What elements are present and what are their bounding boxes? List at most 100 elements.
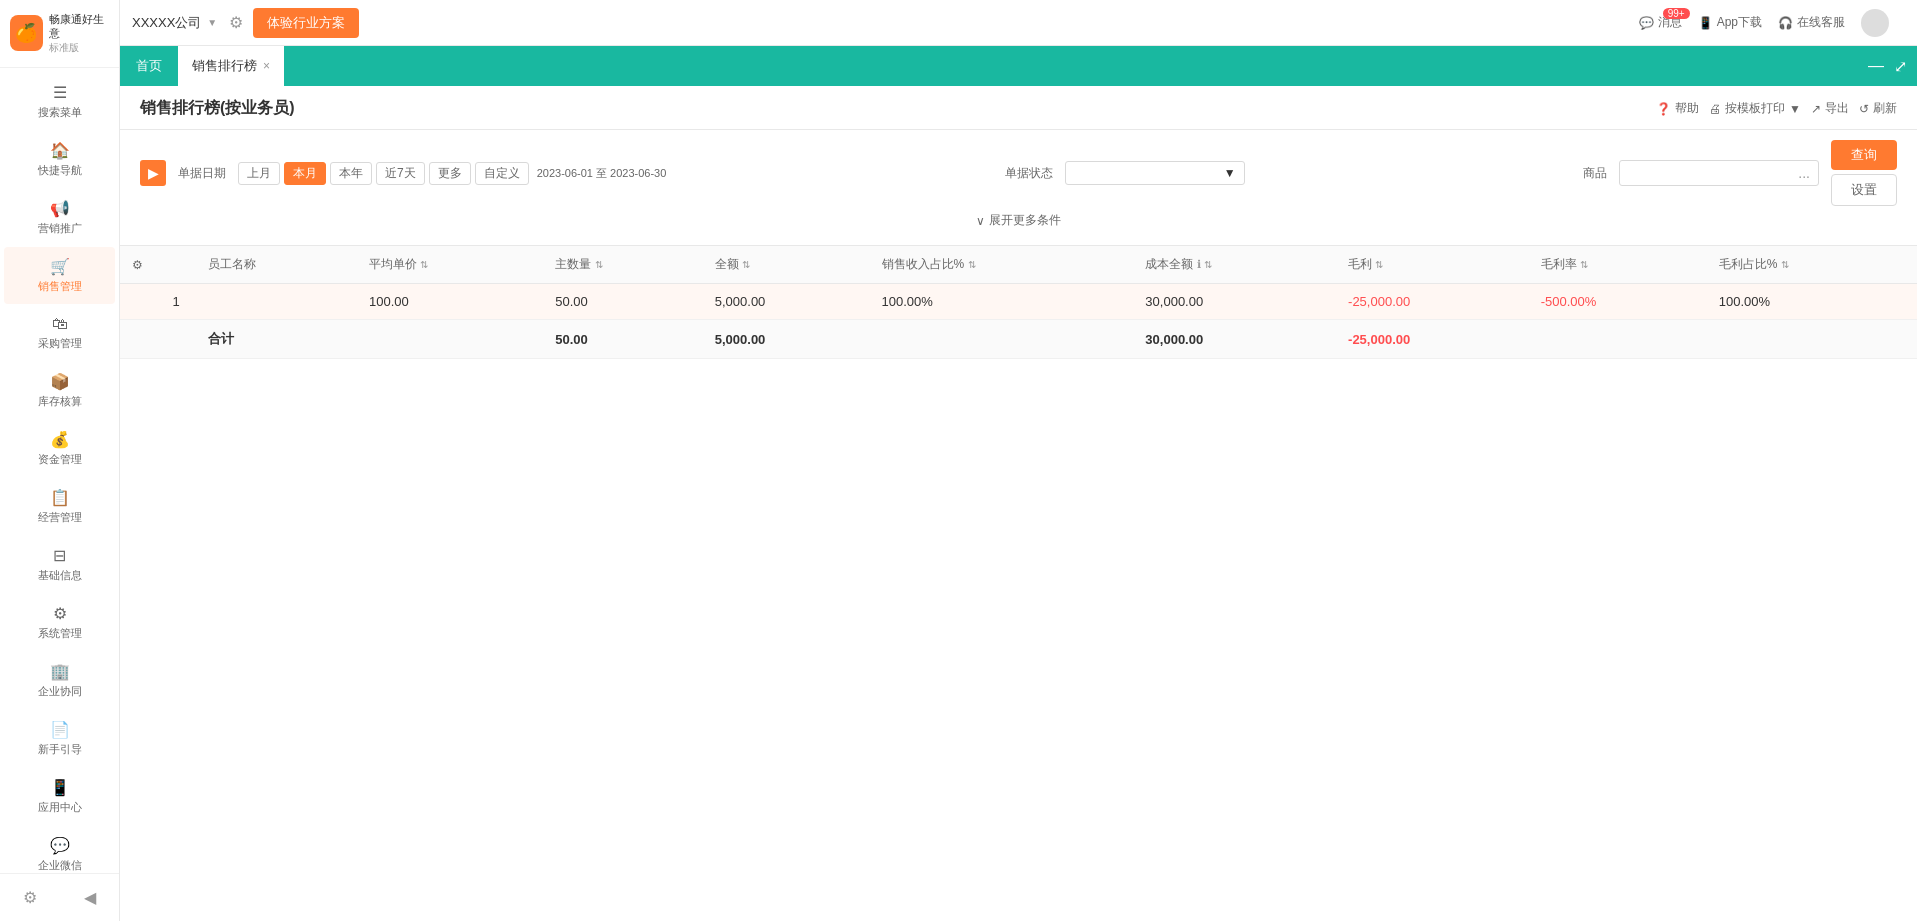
sort-icon: ⇅ (595, 259, 603, 270)
refresh-btn[interactable]: ↺ 刷新 (1859, 100, 1897, 117)
cell-gross: -25,000.00 (1336, 284, 1529, 320)
header-row: ⚙ 员工名称 平均单价 ⇅ 主数量 ⇅ (120, 246, 1917, 284)
sidebar-item-finance[interactable]: 💰 资金管理 (4, 420, 115, 477)
filter-settings-btn[interactable]: 设置 (1831, 174, 1897, 206)
sort-icon: ⇅ (968, 259, 976, 270)
company-name: XXXXX公司 (132, 14, 201, 32)
filter-area: ▶ 单据日期 上月 本月 本年 近7天 更多 自定义 2023-06-01 至 … (120, 130, 1917, 246)
message-btn[interactable]: 💬 消息 99+ (1639, 14, 1682, 31)
filter-expand-row: ∨ 展开更多条件 (140, 206, 1897, 235)
topbar-settings-btn[interactable]: ⚙ (229, 13, 243, 32)
page-title-row: 销售排行榜(按业务员) ❓ 帮助 🖨 按模板打印 ▼ ↗ 导出 (140, 98, 1897, 119)
trial-btn[interactable]: 体验行业方案 (253, 8, 359, 38)
goods-input[interactable]: ... (1619, 160, 1819, 186)
sort-icon: ⇅ (1580, 259, 1588, 270)
print-label: 按模板打印 (1725, 100, 1785, 117)
sidebar-item-quick-nav[interactable]: 🏠 快捷导航 (4, 131, 115, 188)
online-service-btn[interactable]: 🎧 在线客服 (1778, 14, 1845, 31)
sidebar-item-sales[interactable]: 🛒 销售管理 (4, 247, 115, 304)
sidebar-item-label: 采购管理 (38, 336, 82, 351)
th-main-qty[interactable]: 主数量 ⇅ (543, 246, 702, 284)
date-btn-this-month[interactable]: 本月 (284, 162, 326, 185)
th-gross-rate[interactable]: 毛利率 ⇅ (1529, 246, 1707, 284)
finance-icon: 💰 (50, 430, 70, 449)
tab-right-actions: — ⤢ (1868, 57, 1917, 76)
marketing-icon: 📢 (50, 199, 70, 218)
company-selector[interactable]: XXXXX公司 ▼ (132, 14, 217, 32)
table-wrapper: ⚙ 员工名称 平均单价 ⇅ 主数量 ⇅ (120, 246, 1917, 921)
sidebar-item-operation[interactable]: 📋 经营管理 (4, 478, 115, 535)
info-icon[interactable]: ℹ (1197, 258, 1201, 270)
avatar[interactable] (1861, 9, 1889, 37)
app-download-btn[interactable]: 📱 App下载 (1698, 14, 1762, 31)
sidebar-item-marketing[interactable]: 📢 营销推广 (4, 189, 115, 246)
status-label: 单据状态 (1005, 165, 1053, 182)
sidebar-item-inventory[interactable]: 📦 库存核算 (4, 362, 115, 419)
footer-row: 合计 50.00 5,000.00 30,000.00 -25,000.00 (120, 320, 1917, 359)
sidebar-item-guide[interactable]: 📄 新手引导 (4, 710, 115, 767)
sidebar-item-wechat[interactable]: 💬 企业微信 (4, 826, 115, 873)
th-sales-pct[interactable]: 销售收入占比% ⇅ (870, 246, 1134, 284)
filter-expand-arrow[interactable]: ▶ (140, 160, 166, 186)
home-icon: 🏠 (50, 141, 70, 160)
sidebar-item-label: 系统管理 (38, 626, 82, 641)
search-menu-icon: ☰ (53, 83, 67, 102)
sidebar-nav: ☰ 搜索菜单 🏠 快捷导航 📢 营销推广 🛒 销售管理 🛍 采购管理 📦 库存核… (0, 68, 119, 873)
sort-icon: ⇅ (1375, 259, 1383, 270)
th-employee-name: 员工名称 (196, 246, 357, 284)
app-icon: 📱 (1698, 16, 1713, 30)
th-gross[interactable]: 毛利 ⇅ (1336, 246, 1529, 284)
date-btn-custom[interactable]: 自定义 (475, 162, 529, 185)
th-avg-price[interactable]: 平均单价 ⇅ (357, 246, 543, 284)
date-btn-more[interactable]: 更多 (429, 162, 471, 185)
help-btn[interactable]: ❓ 帮助 (1656, 100, 1699, 117)
th-rank (156, 246, 196, 284)
tab-home-label: 首页 (136, 57, 162, 75)
tab-minimize-btn[interactable]: — (1868, 57, 1884, 75)
logo-title: 畅康通好生意 (49, 12, 109, 41)
refresh-label: 刷新 (1873, 100, 1897, 117)
sidebar-item-system[interactable]: ⚙ 系统管理 (4, 594, 115, 651)
cell-total: 5,000.00 (703, 284, 870, 320)
sidebar-item-app-center[interactable]: 📱 应用中心 (4, 768, 115, 825)
chevron-down-icon: ∨ (976, 214, 985, 228)
logo-subtitle: 标准版 (49, 41, 109, 55)
cell-cost: 30,000.00 (1133, 284, 1336, 320)
operation-icon: 📋 (50, 488, 70, 507)
tab-maximize-btn[interactable]: ⤢ (1894, 57, 1907, 76)
sidebar: 🍊 畅康通好生意 标准版 ☰ 搜索菜单 🏠 快捷导航 📢 营销推广 🛒 销售管理… (0, 0, 120, 921)
footer-sales-pct (870, 320, 1134, 359)
sidebar-bottom: ⚙ ◀ (0, 873, 119, 921)
th-settings: ⚙ (120, 246, 156, 284)
tab-home[interactable]: 首页 (120, 46, 178, 86)
date-btn-this-year[interactable]: 本年 (330, 162, 372, 185)
dots-icon: ... (1798, 165, 1810, 181)
print-btn[interactable]: 🖨 按模板打印 ▼ (1709, 100, 1801, 117)
th-cost[interactable]: 成本全额 ℹ ⇅ (1133, 246, 1336, 284)
sidebar-item-basic[interactable]: ⊟ 基础信息 (4, 536, 115, 593)
sidebar-item-label: 基础信息 (38, 568, 82, 583)
export-btn[interactable]: ↗ 导出 (1811, 100, 1849, 117)
date-btn-last-month[interactable]: 上月 (238, 162, 280, 185)
cell-avg-price: 100.00 (357, 284, 543, 320)
th-gross-pct[interactable]: 毛利占比% ⇅ (1707, 246, 1917, 284)
wechat-icon: 💬 (50, 836, 70, 855)
collapse-btn[interactable]: ◀ (78, 882, 102, 913)
th-total[interactable]: 全额 ⇅ (703, 246, 870, 284)
cell-rank: 1 (156, 284, 196, 320)
date-btn-7days[interactable]: 近7天 (376, 162, 425, 185)
footer-gross-rate (1529, 320, 1707, 359)
topbar-right: 💬 消息 99+ 📱 App下载 🎧 在线客服 (1639, 9, 1905, 37)
sidebar-item-enterprise[interactable]: 🏢 企业协同 (4, 652, 115, 709)
arrow-right-icon: ▶ (148, 165, 159, 181)
purchase-icon: 🛍 (52, 315, 68, 333)
table-header: ⚙ 员工名称 平均单价 ⇅ 主数量 ⇅ (120, 246, 1917, 284)
expand-more-btn[interactable]: ∨ 展开更多条件 (976, 212, 1061, 229)
tab-sales-ranking[interactable]: 销售排行榜 × (178, 46, 284, 86)
status-select[interactable]: ▼ (1065, 161, 1245, 185)
settings-bottom-btn[interactable]: ⚙ (17, 882, 43, 913)
query-btn[interactable]: 查询 (1831, 140, 1897, 170)
tab-close-btn[interactable]: × (263, 59, 270, 73)
sidebar-item-search[interactable]: ☰ 搜索菜单 (4, 73, 115, 130)
sidebar-item-purchase[interactable]: 🛍 采购管理 (4, 305, 115, 361)
